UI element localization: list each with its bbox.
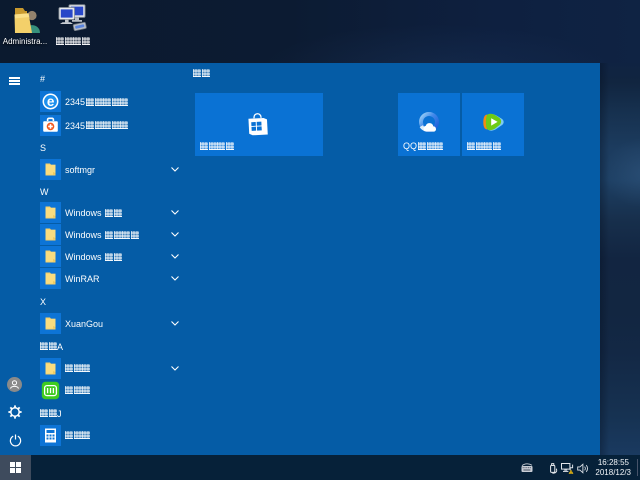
- svg-text:e: e: [47, 94, 55, 109]
